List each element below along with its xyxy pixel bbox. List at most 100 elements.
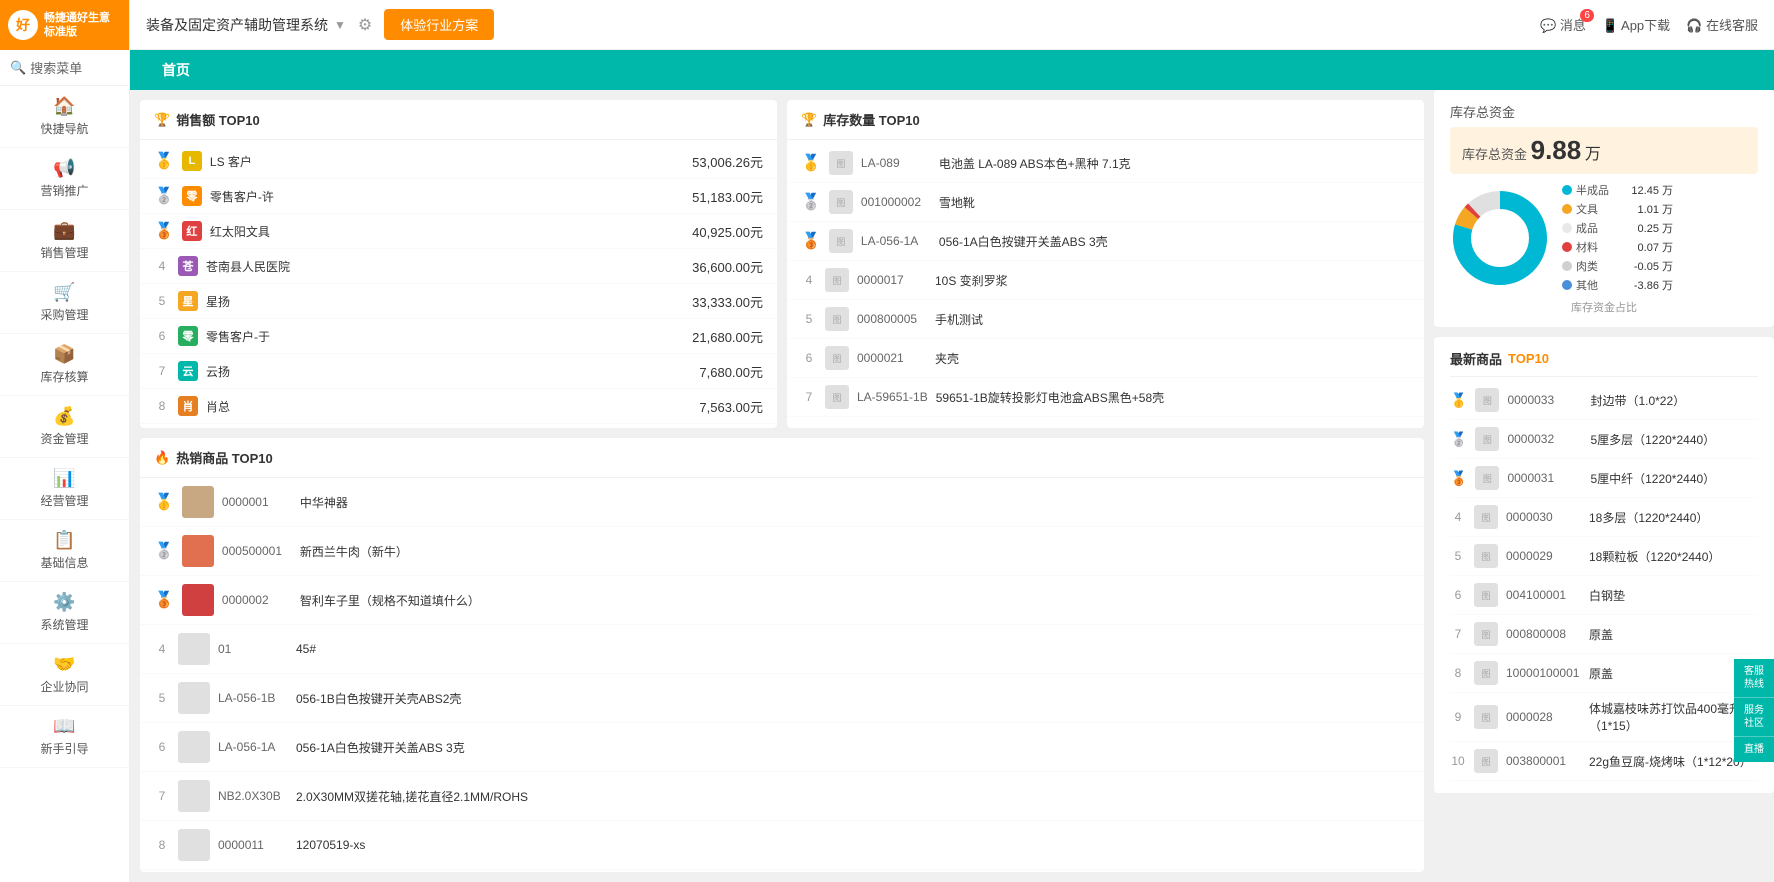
sidebar-item-guide[interactable]: 📖 新手引导 bbox=[0, 706, 129, 768]
float-btn-hotline[interactable]: 客服热线 bbox=[1734, 659, 1774, 698]
sidebar: 好 畅捷通好生意 标准版 🔍 搜索菜单 🏠 快捷导航 📢 营销推广 💼 销售管理… bbox=[0, 0, 130, 882]
product-code: 0000017 bbox=[857, 273, 927, 287]
logo-icon: 好 bbox=[8, 10, 38, 40]
inventory-rank-row: 4 图 0000017 10S 变刹罗浆 bbox=[787, 261, 1424, 300]
medal-icon: 🥈 bbox=[154, 186, 174, 206]
sidebar-item-sales[interactable]: 💼 销售管理 bbox=[0, 210, 129, 272]
float-btn-community[interactable]: 服务社区 bbox=[1734, 698, 1774, 737]
sidebar-item-purchase[interactable]: 🛒 采购管理 bbox=[0, 272, 129, 334]
sidebar-item-inventory[interactable]: 📦 库存核算 bbox=[0, 334, 129, 396]
purchase-icon: 🛒 bbox=[53, 282, 75, 303]
operations-icon: 📊 bbox=[53, 468, 75, 489]
hot-product-row: 9 KK-SD22110H 花语萌恒温分腿睡袋（厚款） bbox=[140, 870, 1424, 872]
product-code: 0000011 bbox=[218, 838, 288, 852]
search-menu-button[interactable]: 🔍 搜索菜单 bbox=[10, 58, 119, 77]
inventory-rank-row: 🥇 图 LA-089 电池盖 LA-089 ABS本色+黑种 7.1克 bbox=[787, 144, 1424, 183]
legend-dot bbox=[1562, 204, 1572, 214]
inventory-rank-row: 5 图 000800005 手机测试 bbox=[787, 300, 1424, 339]
medal-icon: 🥈 bbox=[801, 192, 821, 212]
hot-products-title: 🔥 热销商品 TOP10 bbox=[140, 438, 1424, 478]
phone-icon: 📱 bbox=[1602, 18, 1618, 33]
rank-number: 4 bbox=[154, 642, 170, 656]
product-name: 电池盖 LA-089 ABS本色+黑种 7.1克 bbox=[939, 155, 1410, 172]
rank-number: 7 bbox=[1450, 627, 1466, 641]
home-tab[interactable]: 首页 bbox=[146, 50, 206, 90]
product-thumb: 图 bbox=[1474, 544, 1498, 568]
sales-rank-row: 5 星 星扬 33,333.00元 bbox=[140, 284, 777, 319]
product-name: 45# bbox=[296, 642, 1410, 656]
dropdown-arrow-icon[interactable]: ▼ bbox=[334, 18, 346, 32]
trophy-icon-2: 🏆 bbox=[801, 112, 817, 128]
sidebar-search-area[interactable]: 🔍 搜索菜单 bbox=[0, 50, 129, 86]
hot-product-row: 7 NB2.0X30B 2.0X30MM双搓花轴,搓花直径2.1MM/ROHS bbox=[140, 772, 1424, 821]
sidebar-item-operations[interactable]: 📊 经营管理 bbox=[0, 458, 129, 520]
legend-item: 成品 0.25 万 bbox=[1562, 220, 1673, 236]
page-nav: 首页 bbox=[130, 50, 1774, 90]
customer-badge: 零 bbox=[178, 326, 198, 346]
finance-icon: 💰 bbox=[53, 406, 75, 427]
inventory-rank-row: 🥈 图 001000002 雪地靴 bbox=[787, 183, 1424, 222]
product-code: 0000021 bbox=[857, 351, 927, 365]
product-code: LA-056-1A bbox=[861, 234, 931, 248]
product-thumb: 图 bbox=[1474, 505, 1498, 529]
sales-rank-row: 6 零 零售客户-于 21,680.00元 bbox=[140, 319, 777, 354]
new-product-row: 7 图 000800008 原盖 bbox=[1450, 615, 1758, 654]
online-service-button[interactable]: 🎧 在线客服 bbox=[1686, 15, 1758, 34]
product-thumb: 图 bbox=[829, 229, 853, 253]
sidebar-item-basic-info[interactable]: 📋 基础信息 bbox=[0, 520, 129, 582]
sidebar-item-marketing[interactable]: 📢 营销推广 bbox=[0, 148, 129, 210]
product-thumb: 图 bbox=[1474, 622, 1498, 646]
product-name: 59651-1B旋转投影灯电池盒ABS黑色+58壳 bbox=[936, 389, 1410, 406]
product-thumb bbox=[178, 731, 210, 763]
sales-amount: 53,006.26元 bbox=[692, 152, 763, 171]
sales-rank-row: 4 苍 苍南县人民医院 36,600.00元 bbox=[140, 249, 777, 284]
rank-number: 5 bbox=[1450, 549, 1466, 563]
customer-name: 苍南县人民医院 bbox=[206, 258, 684, 275]
product-code: 000800005 bbox=[857, 312, 927, 326]
float-btn-live[interactable]: 直播 bbox=[1734, 737, 1774, 762]
product-name: 5厘中纤（1220*2440） bbox=[1590, 470, 1758, 487]
sidebar-item-cooperation[interactable]: 🤝 企业协同 bbox=[0, 644, 129, 706]
message-badge: 6 bbox=[1580, 9, 1594, 22]
top-panels: 🏆 销售额 TOP10 🥇 L LS 客户 53,006.26元 🥈 零 零售客… bbox=[140, 100, 1424, 428]
sidebar-item-shortcuts[interactable]: 🏠 快捷导航 bbox=[0, 86, 129, 148]
new-product-row: 🥉 图 0000031 5厘中纤（1220*2440） bbox=[1450, 459, 1758, 498]
product-name: 手机测试 bbox=[935, 311, 1410, 328]
rank-number: 6 bbox=[1450, 588, 1466, 602]
rank-number: 5 bbox=[154, 691, 170, 705]
message-button[interactable]: 💬 6 消息 bbox=[1540, 15, 1586, 34]
customer-name: LS 客户 bbox=[210, 153, 684, 170]
product-name: 新西兰牛肉（新牛） bbox=[300, 543, 1410, 560]
product-code: 0000002 bbox=[222, 593, 292, 607]
inventory-rank-list: 🥇 图 LA-089 电池盖 LA-089 ABS本色+黑种 7.1克 🥈 图 … bbox=[787, 140, 1424, 421]
product-name: 夹壳 bbox=[935, 350, 1410, 367]
new-products-label: 最新商品 bbox=[1450, 349, 1502, 368]
hot-product-row: 🥈 000500001 新西兰牛肉（新牛） bbox=[140, 527, 1424, 576]
inventory-rank-panel: 🏆 库存数量 TOP10 🥇 图 LA-089 电池盖 LA-089 ABS本色… bbox=[787, 100, 1424, 428]
rank-number: 8 bbox=[1450, 666, 1466, 680]
legend-item: 材料 0.07 万 bbox=[1562, 239, 1673, 255]
app-download-button[interactable]: 📱 App下载 bbox=[1602, 15, 1670, 34]
product-name: 18颗粒板（1220*2440） bbox=[1589, 548, 1758, 565]
product-thumb: 图 bbox=[1474, 583, 1498, 607]
sidebar-item-finance[interactable]: 💰 资金管理 bbox=[0, 396, 129, 458]
rank-number: 4 bbox=[154, 259, 170, 273]
sidebar-nav: 🏠 快捷导航 📢 营销推广 💼 销售管理 🛒 采购管理 📦 库存核算 💰 资金管… bbox=[0, 86, 129, 882]
legend-item: 其他 -3.86 万 bbox=[1562, 277, 1673, 293]
settings-icon[interactable]: ⚙ bbox=[358, 15, 372, 35]
experience-button[interactable]: 体验行业方案 bbox=[384, 9, 494, 40]
product-name: 22g鱼豆腐-烧烤味（1*12*20） bbox=[1589, 753, 1758, 770]
new-products-title: 最新商品 TOP10 bbox=[1450, 349, 1758, 377]
product-name: 10S 变刹罗浆 bbox=[935, 272, 1410, 289]
inventory-rank-row: 7 图 LA-59651-1B 59651-1B旋转投影灯电池盒ABS黑色+58… bbox=[787, 378, 1424, 417]
sidebar-item-system[interactable]: ⚙️ 系统管理 bbox=[0, 582, 129, 644]
basic-info-icon: 📋 bbox=[53, 530, 75, 551]
new-products-card: 最新商品 TOP10 🥇 图 0000033 封边带（1.0*22） 🥈 图 0… bbox=[1434, 337, 1774, 793]
medal-icon: 🥇 bbox=[801, 153, 821, 173]
product-thumb: 图 bbox=[825, 307, 849, 331]
sales-rank-row: 8 肖 肖总 7,563.00元 bbox=[140, 389, 777, 424]
legend-value: 1.01 万 bbox=[1613, 201, 1673, 217]
sales-rank-row: 🥇 L LS 客户 53,006.26元 bbox=[140, 144, 777, 179]
product-thumb: 图 bbox=[1474, 661, 1498, 685]
hot-products-list: 🥇 0000001 中华神器 🥈 000500001 新西兰牛肉（新牛） 🥉 0… bbox=[140, 478, 1424, 872]
